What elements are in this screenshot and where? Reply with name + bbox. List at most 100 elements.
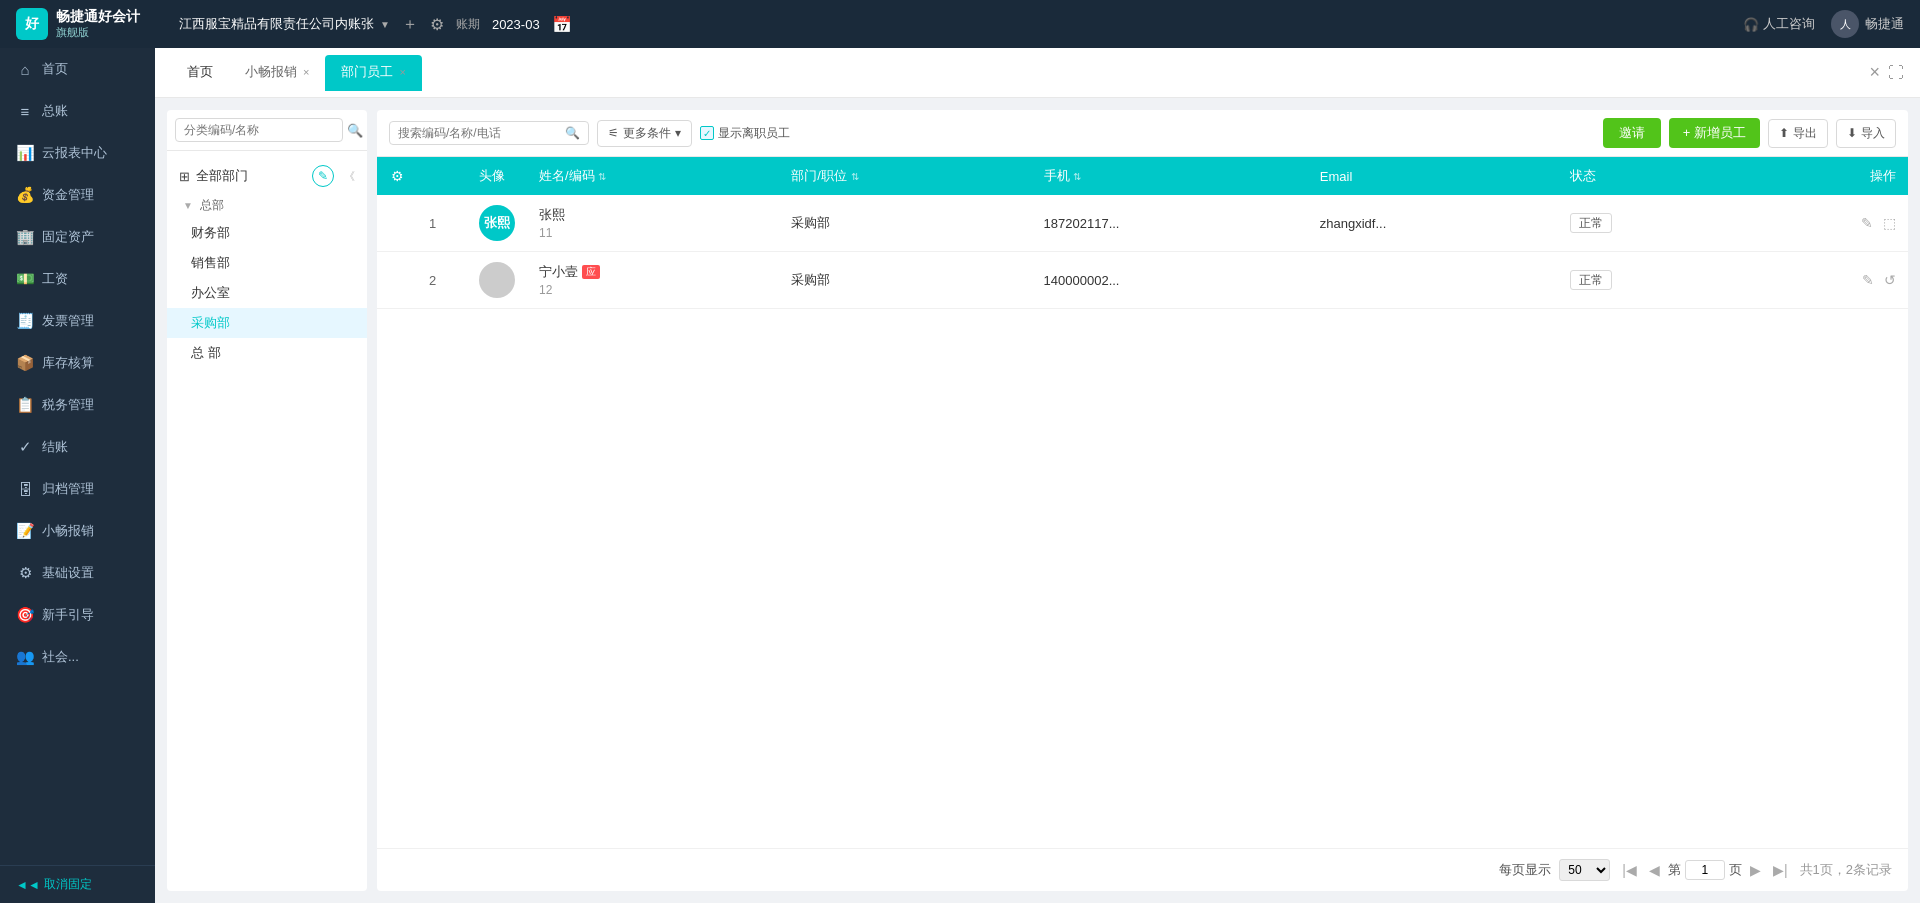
tab-expense-close[interactable]: ×	[303, 66, 309, 78]
employee-table-wrap: ⚙ 头像 姓名/编码 ⇅ 部门/职位	[377, 157, 1908, 848]
sidebar-scroll: ⌂ 首页 ≡ 总账 📊 云报表中心 💰 资金管理 🏢 固定资产	[0, 48, 155, 865]
top-right: 🎧 人工咨询 人 畅捷通	[1743, 10, 1904, 38]
col-dept[interactable]: 部门/职位 ⇅	[779, 157, 1031, 195]
page-size-select[interactable]: 50 20 100	[1559, 859, 1610, 881]
user-area[interactable]: 人 畅捷通	[1831, 10, 1904, 38]
tab-home[interactable]: 首页	[171, 55, 229, 91]
dept-edit-button[interactable]: ✎	[312, 165, 334, 187]
table-toolbar: 🔍 ⚟ 更多条件 ▾ ✓ 显示离职员工 邀请	[377, 110, 1908, 157]
filter-arrow-icon: ▾	[675, 126, 681, 140]
company-selector[interactable]: 江西服宝精品有限责任公司内账张 ▼	[179, 15, 390, 33]
col-avatar: 头像	[467, 157, 527, 195]
sidebar-item-social[interactable]: 👥 社会...	[0, 636, 155, 678]
sidebar-label-funds: 资金管理	[42, 186, 94, 204]
page-first-button[interactable]: |◀	[1618, 860, 1641, 880]
inventory-icon: 📦	[16, 354, 34, 372]
page-next-button[interactable]: ▶	[1746, 860, 1765, 880]
row1-code: 11	[539, 226, 767, 240]
page-prev-button[interactable]: ◀	[1645, 860, 1664, 880]
dept-node-finance[interactable]: 财务部	[167, 218, 367, 248]
row2-phone: 140000002...	[1032, 252, 1308, 309]
employee-search-wrap: 🔍	[389, 121, 589, 145]
col-name[interactable]: 姓名/编码 ⇅	[527, 157, 779, 195]
import-button[interactable]: ⬇ 导入	[1836, 119, 1896, 148]
period-value: 2023-03	[492, 17, 540, 32]
dept-collapse-button[interactable]: 《	[344, 169, 355, 184]
calendar-icon[interactable]: 📅	[552, 15, 572, 34]
tab-expand-icon[interactable]: ⛶	[1888, 64, 1904, 82]
settings-button[interactable]: ⚙	[430, 15, 444, 34]
invite-button[interactable]: 邀请	[1603, 118, 1661, 148]
sidebar-item-inventory[interactable]: 📦 库存核算	[0, 342, 155, 384]
sidebar-item-ledger[interactable]: ≡ 总账	[0, 90, 155, 132]
col-name-sort-icon: ⇅	[598, 171, 606, 182]
sidebar-item-salary[interactable]: 💵 工资	[0, 258, 155, 300]
sidebar-item-funds[interactable]: 💰 资金管理	[0, 174, 155, 216]
tab-employees[interactable]: 部门员工 ×	[325, 55, 421, 91]
row2-refresh-icon[interactable]: ↺	[1884, 272, 1896, 288]
employee-panel: 🔍 ⚟ 更多条件 ▾ ✓ 显示离职员工 邀请	[377, 110, 1908, 891]
page-number-input[interactable]	[1685, 860, 1725, 880]
sidebar-label-ledger: 总账	[42, 102, 68, 120]
support-button[interactable]: 🎧 人工咨询	[1743, 15, 1815, 33]
sidebar-item-expense[interactable]: 📝 小畅报销	[0, 510, 155, 552]
col-settings-icon[interactable]: ⚙	[391, 168, 404, 184]
show-resigned-area[interactable]: ✓ 显示离职员工	[700, 125, 790, 142]
sidebar-item-invoices[interactable]: 🧾 发票管理	[0, 300, 155, 342]
col-phone-sort-icon: ⇅	[1073, 171, 1081, 182]
col-phone-label: 手机	[1044, 168, 1070, 183]
export-button[interactable]: ⬆ 导出	[1768, 119, 1828, 148]
sidebar-item-close[interactable]: ✓ 结账	[0, 426, 155, 468]
page-total: 共1页，2条记录	[1800, 861, 1892, 879]
employee-search-icon[interactable]: 🔍	[565, 126, 580, 140]
toolbar-right: 邀请 + 新增员工 ⬆ 导出 ⬇ 导入	[1603, 118, 1896, 148]
row1-logout-icon[interactable]: ⬚	[1883, 215, 1896, 231]
col-email: Email	[1308, 157, 1558, 195]
page-last-button[interactable]: ▶|	[1769, 860, 1792, 880]
sidebar-item-assets[interactable]: 🏢 固定资产	[0, 216, 155, 258]
sidebar-label-settings: 基础设置	[42, 564, 94, 582]
sidebar-item-settings[interactable]: ⚙ 基础设置	[0, 552, 155, 594]
app-sub: 旗舰版	[56, 25, 140, 40]
tab-expense[interactable]: 小畅报销 ×	[229, 55, 325, 91]
add-tab-button[interactable]: ＋	[402, 14, 418, 35]
sidebar-label-home: 首页	[42, 60, 68, 78]
row1-status-badge: 正常	[1570, 213, 1612, 233]
sidebar-item-guide[interactable]: 🎯 新手引导	[0, 594, 155, 636]
page-content: 🔍 ⊞ 全部部门 ✎ 《 ▼ 总部 财务部	[155, 98, 1920, 903]
row2-name-cell: 宁小壹 应 12	[527, 252, 779, 309]
dept-search-icon[interactable]: 🔍	[347, 123, 363, 138]
tab-home-label: 首页	[187, 63, 213, 81]
row2-edit-icon[interactable]: ✎	[1862, 272, 1874, 288]
cancel-fixed-button[interactable]: ◄◄ 取消固定	[0, 865, 155, 903]
dept-node-office[interactable]: 办公室	[167, 278, 367, 308]
row1-num: 1	[417, 195, 467, 252]
row2-dept: 采购部	[779, 252, 1031, 309]
add-employee-button[interactable]: + 新增员工	[1669, 118, 1760, 148]
col-action: 操作	[1758, 157, 1908, 195]
row2-email	[1308, 252, 1558, 309]
user-avatar: 人	[1831, 10, 1859, 38]
row2-num: 2	[417, 252, 467, 309]
sidebar-item-home[interactable]: ⌂ 首页	[0, 48, 155, 90]
employee-search-input[interactable]	[398, 126, 565, 140]
dept-node-headquarters[interactable]: 总 部	[167, 338, 367, 368]
dept-node-sales[interactable]: 销售部	[167, 248, 367, 278]
tab-close-all-icon[interactable]: ×	[1869, 62, 1880, 83]
filter-button[interactable]: ⚟ 更多条件 ▾	[597, 120, 692, 147]
dept-all-button[interactable]: ⊞ 全部部门 ✎ 《	[167, 159, 367, 193]
row1-edit-icon[interactable]: ✎	[1861, 215, 1873, 231]
row2-badge: 应	[582, 265, 600, 279]
show-resigned-checkbox[interactable]: ✓	[700, 126, 714, 140]
page-size-dropdown[interactable]: 50 20 100	[1559, 859, 1610, 881]
dept-search-input[interactable]	[175, 118, 343, 142]
sidebar-item-tax[interactable]: 📋 税务管理	[0, 384, 155, 426]
row1-name-cell: 张熙 11	[527, 195, 779, 252]
col-phone[interactable]: 手机 ⇅	[1032, 157, 1308, 195]
sidebar-label-guide: 新手引导	[42, 606, 94, 624]
sidebar-item-reports[interactable]: 📊 云报表中心	[0, 132, 155, 174]
filter-icon: ⚟	[608, 126, 619, 140]
tab-employees-close[interactable]: ×	[399, 66, 405, 78]
sidebar-item-archive[interactable]: 🗄 归档管理	[0, 468, 155, 510]
dept-node-purchase[interactable]: 采购部	[167, 308, 367, 338]
